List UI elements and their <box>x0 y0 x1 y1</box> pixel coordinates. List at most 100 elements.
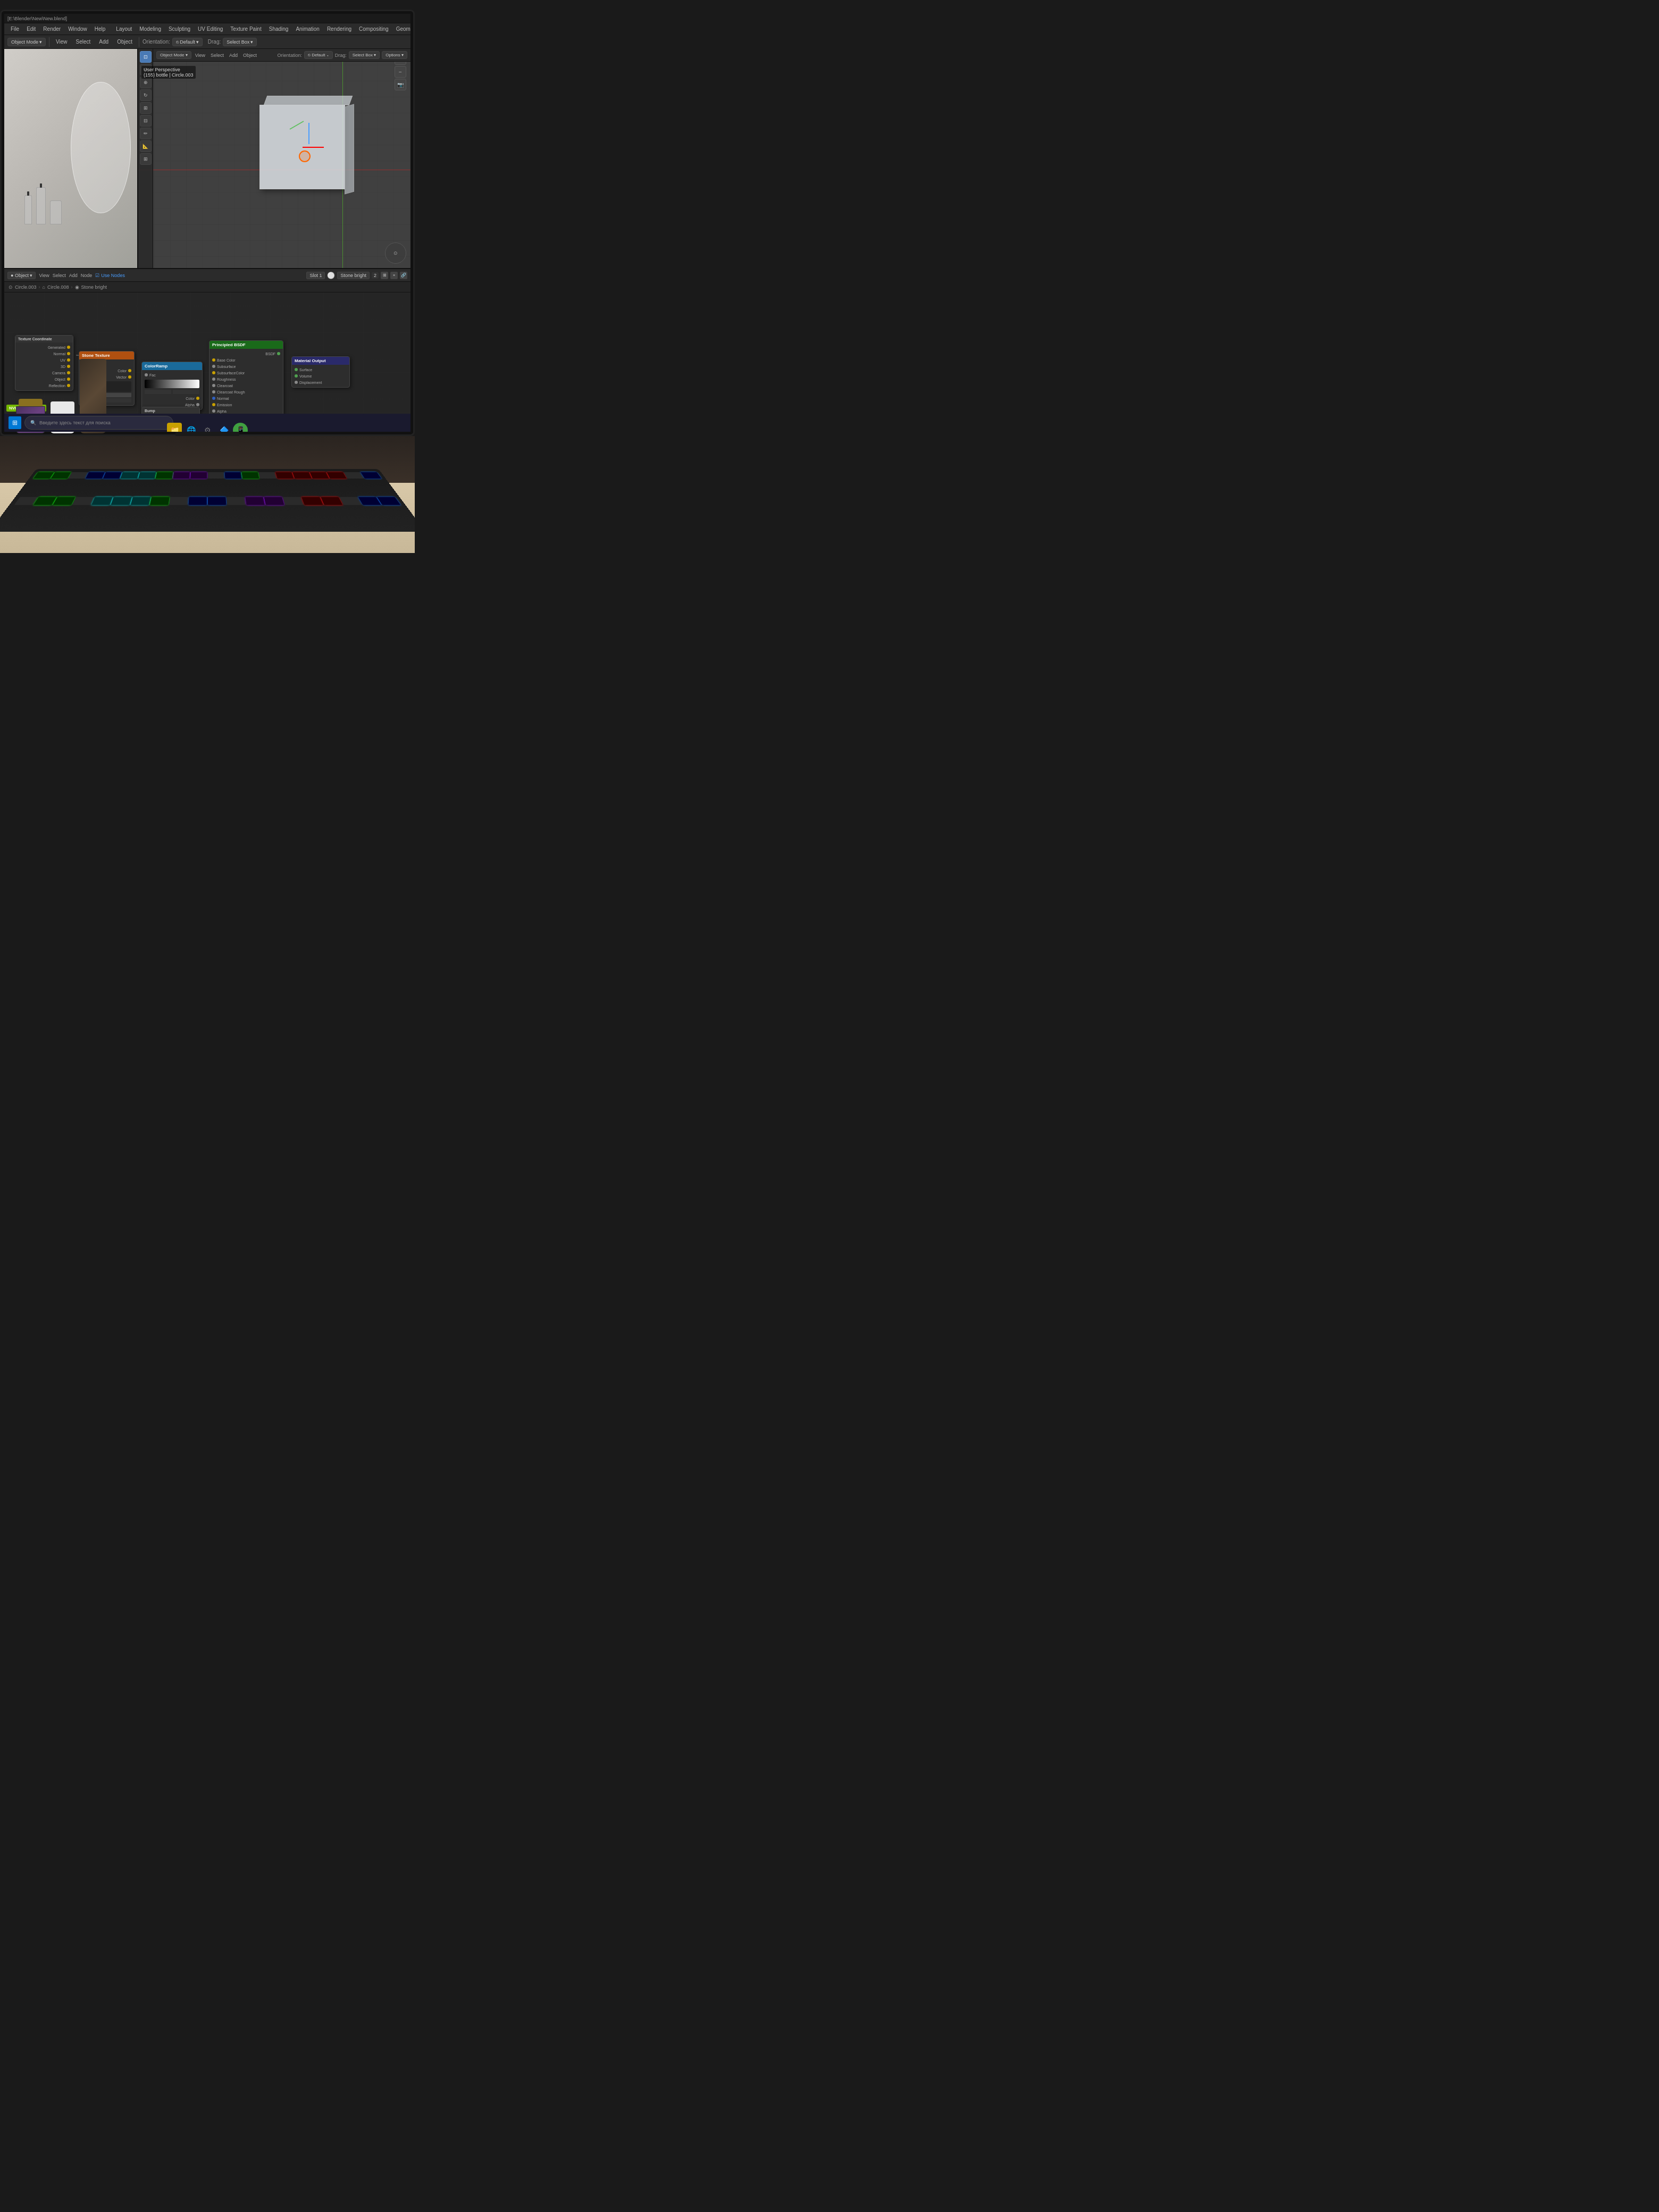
key-8[interactable] <box>155 472 173 479</box>
orient-inner[interactable]: ⎋ Default ▾ <box>304 51 333 59</box>
drag-dropdown[interactable]: Select Box ▾ <box>223 38 257 46</box>
node-color-ramp[interactable]: ColorRamp Fac Color Alpha <box>141 362 203 410</box>
orientation-dropdown[interactable]: ⎋ Default ▾ <box>172 38 203 46</box>
view-btn[interactable]: View <box>195 53 205 58</box>
menu-modeling[interactable]: Modeling <box>136 25 164 33</box>
key-15[interactable] <box>275 472 294 479</box>
key-14[interactable] <box>259 472 277 479</box>
viewport-3d[interactable]: ⊡ ✛ ⊕ ↻ ⊞ ⊟ ✏ 📐 ⊞ Object Mode ▾ View <box>138 49 410 268</box>
key-9[interactable] <box>173 472 190 479</box>
node-canvas[interactable]: Texture Coordinate Generated Normal UV 3… <box>4 292 410 419</box>
mat-icon-2[interactable]: × <box>390 272 398 279</box>
key-25[interactable] <box>91 497 113 505</box>
nav-camera[interactable]: 📷 <box>395 79 406 90</box>
nav-zoom-out[interactable]: − <box>395 66 406 78</box>
key-17[interactable] <box>309 472 329 479</box>
key-23[interactable] <box>53 497 75 505</box>
add-btn[interactable]: Add <box>229 53 238 58</box>
menu-uv-editing[interactable]: UV Editing <box>195 25 226 33</box>
select-btn[interactable]: Select <box>211 53 224 58</box>
key-34[interactable] <box>264 497 284 505</box>
key-30[interactable] <box>188 497 207 505</box>
key-27[interactable] <box>130 497 150 505</box>
tool-select[interactable]: ⊡ <box>140 51 152 63</box>
menu-window[interactable]: Window <box>65 25 90 33</box>
key-29[interactable] <box>169 497 188 505</box>
key-31[interactable] <box>208 497 227 505</box>
menu-animation[interactable]: Animation <box>292 25 322 33</box>
key-26[interactable] <box>111 497 132 505</box>
tool-rotate[interactable]: ↻ <box>140 89 152 101</box>
key-12[interactable] <box>225 472 242 479</box>
menu-layout[interactable]: Layout <box>113 25 135 33</box>
search-bar[interactable]: 🔍 Введите здесь текст для поиска <box>24 416 173 430</box>
key-3[interactable] <box>68 472 88 479</box>
shader-add[interactable]: Add <box>69 273 78 278</box>
use-nodes-checkbox[interactable]: ☑ Use Nodes <box>95 273 125 278</box>
menu-render[interactable]: Render <box>40 25 64 33</box>
menu-edit[interactable]: Edit <box>23 25 39 33</box>
object-menu[interactable]: Object <box>114 38 136 46</box>
tool-add[interactable]: ⊞ <box>140 153 152 165</box>
taskbar-icon-files[interactable]: 📁 <box>167 423 182 432</box>
object-btn[interactable]: Object <box>243 53 257 58</box>
mat-icon-1[interactable]: ⊞ <box>381 272 388 279</box>
object-mode-dropdown[interactable]: Object Mode ▾ <box>7 38 46 46</box>
keyboard[interactable] <box>0 469 415 532</box>
shader-view[interactable]: View <box>39 273 49 278</box>
key-24[interactable] <box>72 497 94 505</box>
object-mode-btn[interactable]: Object Mode ▾ <box>156 51 191 59</box>
key-36[interactable] <box>302 497 323 505</box>
key-18[interactable] <box>326 472 346 479</box>
node-tex-coord[interactable]: Texture Coordinate Generated Normal UV 3… <box>15 335 73 391</box>
key-28[interactable] <box>150 497 170 505</box>
menu-rendering[interactable]: Rendering <box>324 25 355 33</box>
shader-object-btn[interactable]: ● Object ▾ <box>7 272 36 279</box>
taskbar-icon-green[interactable]: 📱 <box>233 423 248 432</box>
taskbar-icon-steam[interactable]: ⚙ <box>200 423 215 432</box>
key-6[interactable] <box>121 472 139 479</box>
material-name-btn[interactable]: Stone bright <box>337 272 370 279</box>
key-37[interactable] <box>321 497 342 505</box>
tool-annotate[interactable]: ✏ <box>140 128 152 139</box>
key-10[interactable] <box>190 472 207 479</box>
menu-sculpting[interactable]: Sculpting <box>165 25 194 33</box>
menu-compositing[interactable]: Compositing <box>356 25 392 33</box>
taskbar-icon-chrome[interactable]: 🌐 <box>183 423 198 432</box>
menu-help[interactable]: Help <box>91 25 109 33</box>
breadcrumb-item-3[interactable]: Stone bright <box>81 284 107 290</box>
key-33[interactable] <box>246 497 265 505</box>
menu-geometry-nodes[interactable]: Geometry Nodes <box>393 25 410 33</box>
key-20[interactable] <box>361 472 381 479</box>
tool-scale[interactable]: ⊞ <box>140 102 152 114</box>
breadcrumb-item-2[interactable]: Circle.008 <box>47 284 69 290</box>
slot-dropdown[interactable]: Slot 1 <box>306 272 325 279</box>
shader-select[interactable]: Select <box>53 273 66 278</box>
shader-node[interactable]: Node <box>81 273 93 278</box>
menu-texture-paint[interactable]: Texture Paint <box>227 25 264 33</box>
drag-inner[interactable]: Select Box ▾ <box>349 51 380 59</box>
key-11[interactable] <box>208 472 224 479</box>
tool-transform[interactable]: ⊟ <box>140 115 152 127</box>
start-button[interactable]: ⊞ <box>9 416 21 429</box>
key-7[interactable] <box>138 472 156 479</box>
view-menu[interactable]: View <box>53 38 71 46</box>
menu-shading[interactable]: Shading <box>266 25 292 33</box>
node-material-output[interactable]: Material Output Surface Volume Displacem… <box>291 356 350 388</box>
mat-icon-3[interactable]: 🔗 <box>400 272 407 279</box>
keyboard-keys <box>0 472 415 527</box>
key-32[interactable] <box>227 497 246 505</box>
key-4[interactable] <box>86 472 105 479</box>
key-5[interactable] <box>103 472 122 479</box>
key-13[interactable] <box>242 472 259 479</box>
add-menu[interactable]: Add <box>96 38 112 46</box>
key-16[interactable] <box>292 472 312 479</box>
taskbar-icon-blender[interactable]: 🔷 <box>216 423 231 432</box>
select-menu[interactable]: Select <box>73 38 94 46</box>
options-btn[interactable]: Options ▾ <box>382 51 407 59</box>
tool-measure[interactable]: 📐 <box>140 140 152 152</box>
menu-file[interactable]: File <box>7 25 22 33</box>
node-principled[interactable]: Principled BSDF BSDF Base Color Subsurfa… <box>209 340 283 416</box>
breadcrumb-item-1[interactable]: Circle.003 <box>15 284 37 290</box>
key-35[interactable] <box>283 497 304 505</box>
